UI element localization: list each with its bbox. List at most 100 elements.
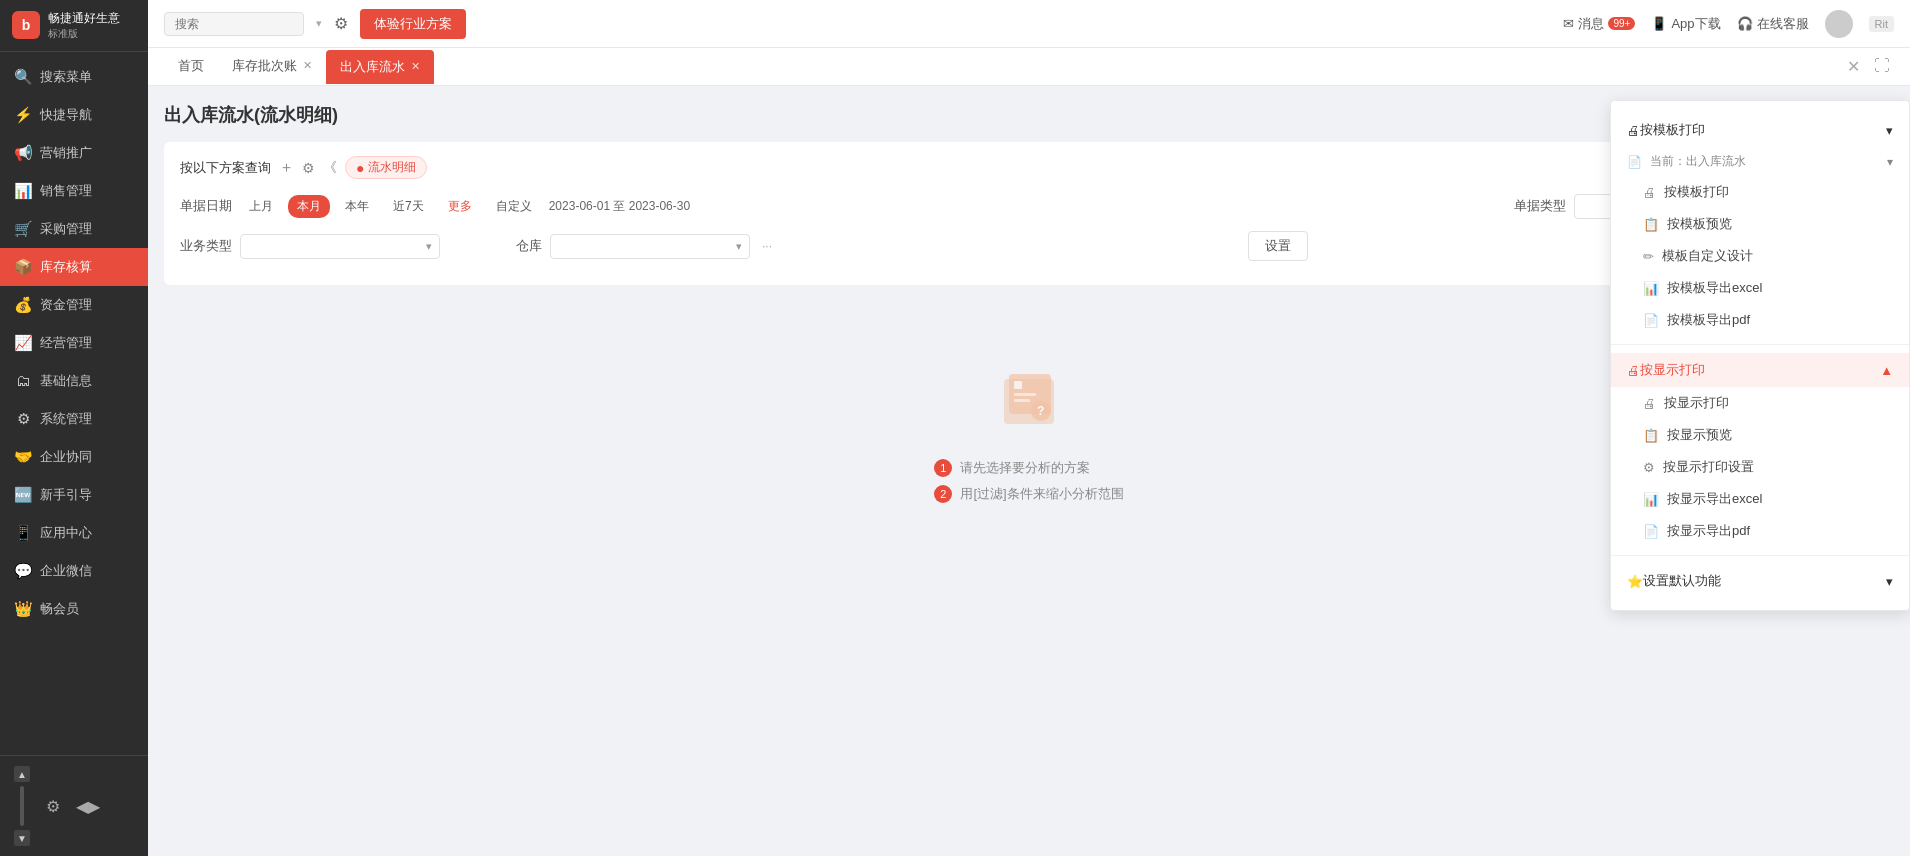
sidebar-item-corp[interactable]: 🤝 企业协同 <box>0 438 148 476</box>
filter-tag-dot: ● <box>356 160 364 176</box>
template-custom-item[interactable]: ✏ 模板自定义设计 <box>1611 240 1909 272</box>
page-title: 出入库流水(流水明细) <box>164 103 338 127</box>
sidebar-item-sales[interactable]: 📊 销售管理 <box>0 172 148 210</box>
shortcut-this-year[interactable]: 本年 <box>336 195 378 218</box>
tab-batch-close[interactable]: ✕ <box>303 59 312 72</box>
warehouse-select[interactable] <box>550 234 750 259</box>
display-section-chevron: ▲ <box>1880 363 1893 378</box>
display-preview-icon: 📋 <box>1643 428 1659 443</box>
tab-expand-icon[interactable]: ⛶ <box>1870 53 1894 80</box>
empty-step-1: 1 请先选择要分析的方案 <box>934 455 1123 481</box>
sidebar-icon-inventory: 📦 <box>14 258 32 276</box>
sidebar-icon-system: ⚙ <box>14 410 32 428</box>
online-service-label: 在线客服 <box>1757 15 1809 33</box>
online-service-item[interactable]: 🎧 在线客服 <box>1737 15 1809 33</box>
date-shortcuts: 上月 本月 本年 近7天 更多 自定义 <box>240 195 541 218</box>
shortcut-this-month[interactable]: 本月 <box>288 195 330 218</box>
sidebar-label-apps: 应用中心 <box>40 524 92 542</box>
print-dropdown: 🖨 按模板打印 ▾ 📄 当前：出入库流水 ▾ 🖨 按模板打印 📋 按模板预览 ✏… <box>1610 100 1910 611</box>
settings-button[interactable]: 设置 <box>1248 231 1308 261</box>
template-print-header[interactable]: 🖨 按模板打印 ▾ <box>1611 113 1909 147</box>
headset-icon: 🎧 <box>1737 16 1753 31</box>
sidebar-label-quick: 快捷导航 <box>40 106 92 124</box>
sidebar-icon-purchase: 🛒 <box>14 220 32 238</box>
sidebar-item-wechat[interactable]: 💬 企业微信 <box>0 552 148 590</box>
warehouse-select-wrapper <box>550 234 750 259</box>
filter-collapse-icon[interactable]: 《 <box>323 159 337 177</box>
sidebar-item-purchase[interactable]: 🛒 采购管理 <box>0 210 148 248</box>
sidebar-item-apps[interactable]: 📱 应用中心 <box>0 514 148 552</box>
printer-icon: 🖨 <box>1627 123 1640 138</box>
tab-batch[interactable]: 库存批次账 ✕ <box>218 49 326 85</box>
sidebar-item-inventory[interactable]: 📦 库存核算 <box>0 248 148 286</box>
sidebar-label-marketing: 营销推广 <box>40 144 92 162</box>
default-chevron: ▾ <box>1886 574 1893 589</box>
template-preview-icon: 📋 <box>1643 217 1659 232</box>
sidebar-icon-finance: 💰 <box>14 296 32 314</box>
shortcut-7days[interactable]: 近7天 <box>384 195 433 218</box>
filter-tag[interactable]: ● 流水明细 <box>345 156 427 179</box>
topbar-right: ✉ 消息 99+ 📱 App下载 🎧 在线客服 Rit <box>1563 10 1894 38</box>
message-icon: ✉ <box>1563 16 1574 31</box>
app-download-item[interactable]: 📱 App下载 <box>1651 15 1720 33</box>
sidebar-item-operation[interactable]: 📈 经营管理 <box>0 324 148 362</box>
default-section-header[interactable]: ⭐ 设置默认功能 ▾ <box>1611 564 1909 598</box>
empty-icon: ? <box>989 359 1069 439</box>
sidebar-item-quick[interactable]: ⚡ 快捷导航 <box>0 96 148 134</box>
app-logo: b 畅捷通好生意 标准版 <box>0 0 148 52</box>
template-excel-icon: 📊 <box>1643 281 1659 296</box>
industry-solution-button[interactable]: 体验行业方案 <box>360 9 466 39</box>
svg-rect-4 <box>1014 399 1030 402</box>
message-item[interactable]: ✉ 消息 99+ <box>1563 15 1635 33</box>
template-preview-item[interactable]: 📋 按模板预览 <box>1611 208 1909 240</box>
sidebar-item-basic[interactable]: 🗂 基础信息 <box>0 362 148 400</box>
template-pdf-item[interactable]: 📄 按模板导出pdf <box>1611 304 1909 336</box>
biz-type-select[interactable] <box>240 234 440 259</box>
tab-home[interactable]: 首页 <box>164 49 218 85</box>
topbar-settings-icon[interactable]: ⚙ <box>334 14 348 33</box>
display-preview-item[interactable]: 📋 按显示预览 <box>1611 419 1909 451</box>
shortcut-more[interactable]: 更多 <box>439 195 481 218</box>
filter-settings-icon[interactable]: ⚙ <box>302 160 315 176</box>
sidebar-item-search[interactable]: 🔍 搜索菜单 <box>0 58 148 96</box>
tab-inout-close[interactable]: ✕ <box>411 60 420 73</box>
sidebar-item-guide[interactable]: 🆕 新手引导 <box>0 476 148 514</box>
template-print-item[interactable]: 🖨 按模板打印 <box>1611 176 1909 208</box>
tab-close-all-icon[interactable]: ✕ <box>1843 53 1864 80</box>
shortcut-custom[interactable]: 自定义 <box>487 195 541 218</box>
step-1-text: 请先选择要分析的方案 <box>960 455 1090 481</box>
user-avatar[interactable] <box>1825 10 1853 38</box>
warehouse-more-icon[interactable]: ··· <box>762 239 772 253</box>
app-edition: 标准版 <box>48 27 120 41</box>
display-settings-item[interactable]: ⚙ 按显示打印设置 <box>1611 451 1909 483</box>
warehouse-label: 仓库 <box>516 237 542 255</box>
scroll-down-btn[interactable]: ▼ <box>14 830 30 846</box>
display-print-header[interactable]: 🖨 按显示打印 ▲ <box>1611 353 1909 387</box>
sidebar-label-inventory: 库存核算 <box>40 258 92 276</box>
display-excel-item[interactable]: 📊 按显示导出excel <box>1611 483 1909 515</box>
search-input[interactable] <box>164 12 304 36</box>
display-pdf-item[interactable]: 📄 按显示导出pdf <box>1611 515 1909 547</box>
filter-tag-label: 流水明细 <box>368 159 416 176</box>
collapse-sidebar-icon[interactable]: ◀▶ <box>76 797 100 816</box>
tab-inout[interactable]: 出入库流水 ✕ <box>326 50 434 84</box>
default-section: ⭐ 设置默认功能 ▾ <box>1611 560 1909 602</box>
scroll-up-btn[interactable]: ▲ <box>14 766 30 782</box>
app-download-label: App下载 <box>1671 15 1720 33</box>
sidebar-icon-operation: 📈 <box>14 334 32 352</box>
template-excel-item[interactable]: 📊 按模板导出excel <box>1611 272 1909 304</box>
display-printer-icon: 🖨 <box>1627 363 1640 378</box>
current-chevron: ▾ <box>1887 155 1893 169</box>
sidebar-icon-basic: 🗂 <box>14 372 32 389</box>
sidebar-item-marketing[interactable]: 📢 营销推广 <box>0 134 148 172</box>
settings-footer-icon[interactable]: ⚙ <box>46 797 60 816</box>
sidebar-item-finance[interactable]: 💰 资金管理 <box>0 286 148 324</box>
sidebar-item-member[interactable]: 👑 畅会员 <box>0 590 148 628</box>
sidebar-icon-member: 👑 <box>14 600 32 618</box>
shortcut-last-month[interactable]: 上月 <box>240 195 282 218</box>
sidebar-icon-guide: 🆕 <box>14 486 32 504</box>
logo-text-block: 畅捷通好生意 标准版 <box>48 10 120 41</box>
add-filter-icon[interactable]: ＋ <box>279 158 294 177</box>
sidebar-item-system[interactable]: ⚙ 系统管理 <box>0 400 148 438</box>
display-print-item[interactable]: 🖨 按显示打印 <box>1611 387 1909 419</box>
